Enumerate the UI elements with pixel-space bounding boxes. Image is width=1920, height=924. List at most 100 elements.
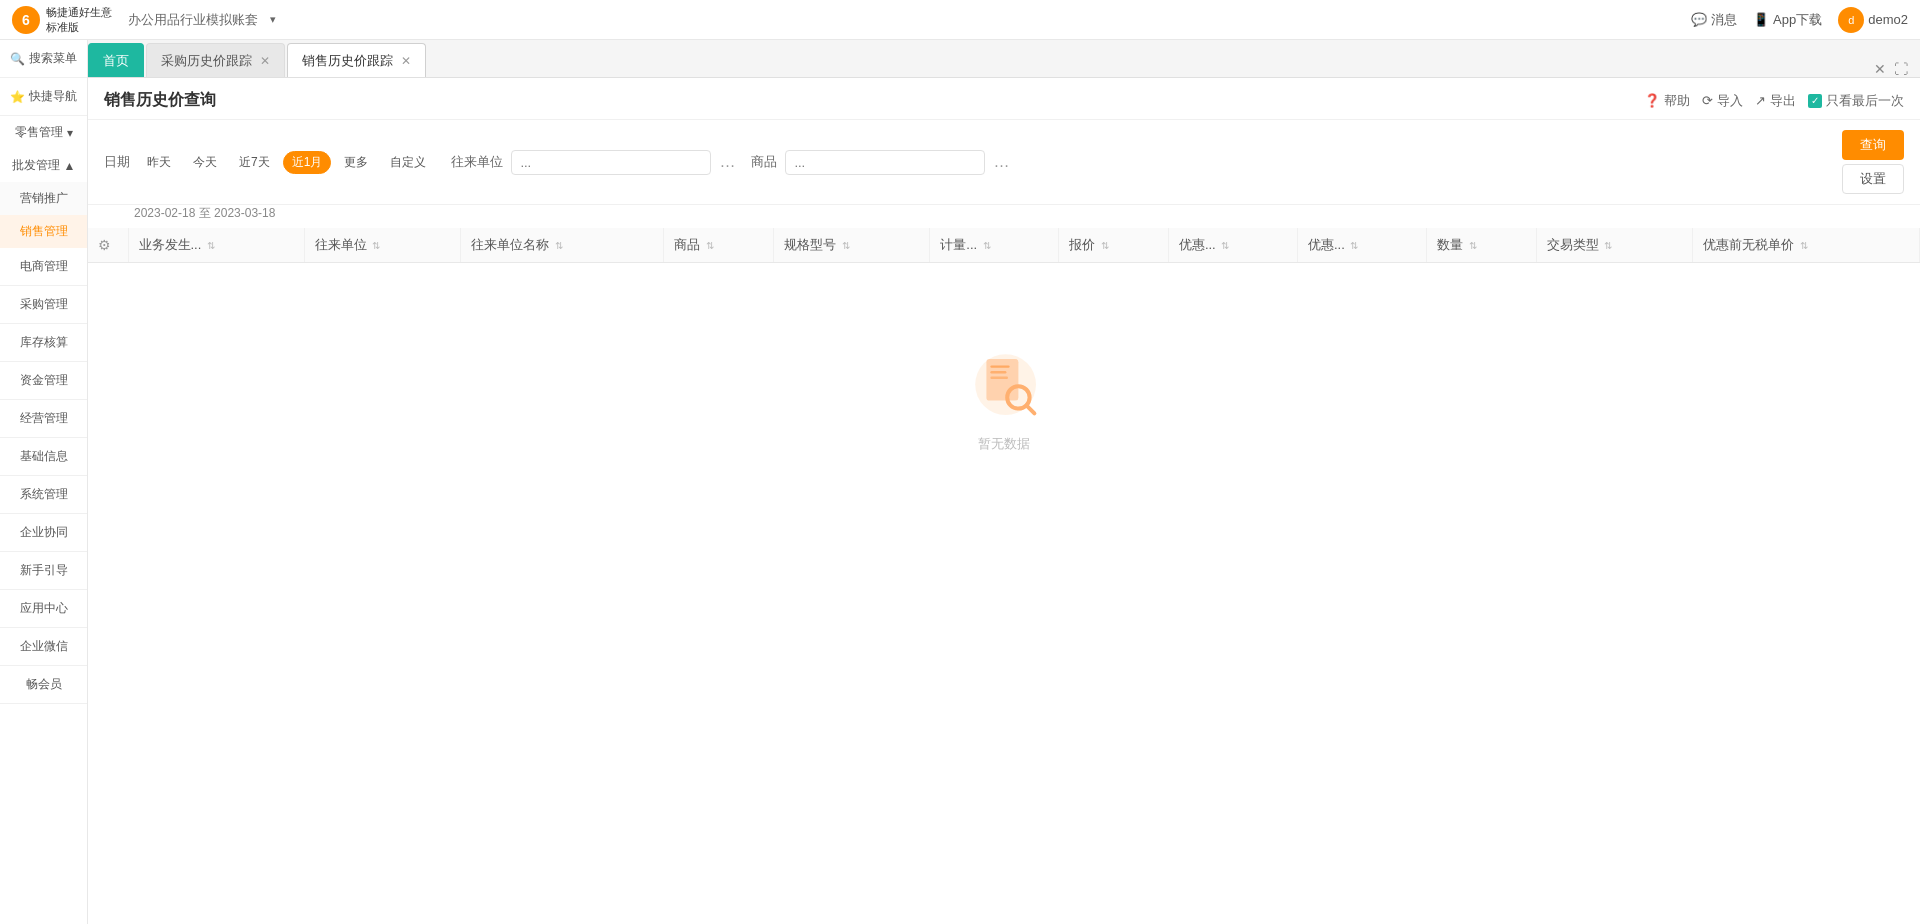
sidebar-item-sales[interactable]: 销售管理	[0, 215, 87, 248]
sidebar-item-purchase[interactable]: 采购管理	[0, 286, 87, 324]
th-business-date[interactable]: 业务发生... ⇅	[128, 228, 304, 263]
th-discount2[interactable]: 优惠... ⇅	[1297, 228, 1426, 263]
th-quote[interactable]: 报价 ⇅	[1059, 228, 1168, 263]
sort-quote: ⇅	[1101, 240, 1109, 251]
content-area: 首页 采购历史价跟踪 ✕ 销售历史价跟踪 ✕ ✕ ⛶ 销售历史价查询	[88, 40, 1920, 924]
date-btn-last1month[interactable]: 近1月	[283, 151, 332, 174]
page-header-actions: ❓ 帮助 ⟳ 导入 ↗ 导出 ✓ 只看最后一次	[1644, 92, 1904, 110]
partner-more-dots[interactable]: …	[719, 153, 735, 171]
product-filter-group: 商品 …	[751, 150, 1009, 175]
filter-bar: 日期 昨天 今天 近7天 近1月 更多 自定义 往来单位 …	[88, 120, 1920, 205]
tab-home-label: 首页	[103, 52, 129, 70]
th-transaction-type-label: 交易类型	[1547, 237, 1599, 252]
help-button[interactable]: ❓ 帮助	[1644, 92, 1690, 110]
sidebar-item-search[interactable]: 🔍 搜索菜单	[0, 40, 87, 78]
only-last-checkbox[interactable]: ✓ 只看最后一次	[1808, 92, 1904, 110]
sort-pre-tax-price: ⇅	[1800, 240, 1808, 251]
th-partner-code-label: 往来单位	[315, 237, 367, 252]
app-download-button[interactable]: 📱 App下载	[1753, 11, 1822, 29]
sidebar-label-shortcut: 快捷导航	[29, 88, 77, 105]
sidebar-item-basic[interactable]: 基础信息	[0, 438, 87, 476]
sidebar-label-enterprise: 企业协同	[20, 524, 68, 541]
tab-sales-history[interactable]: 销售历史价跟踪 ✕	[287, 43, 426, 77]
th-pre-tax-price[interactable]: 优惠前无税单价 ⇅	[1692, 228, 1919, 263]
logo-area: 6 畅捷通好生意 标准版	[12, 5, 112, 34]
tab-purchase-history-close[interactable]: ✕	[260, 54, 270, 68]
sidebar-item-retail[interactable]: 零售管理 ▾	[0, 116, 87, 149]
th-discount1[interactable]: 优惠... ⇅	[1168, 228, 1297, 263]
sort-product: ⇅	[706, 240, 714, 251]
sidebar-item-guide[interactable]: 新手引导	[0, 552, 87, 590]
sidebar-item-wholesale[interactable]: 批发管理 ▲	[0, 149, 87, 182]
user-avatar-area[interactable]: d demo2	[1838, 7, 1908, 33]
th-product[interactable]: 商品 ⇅	[664, 228, 773, 263]
svg-line-6	[1026, 405, 1034, 413]
message-button[interactable]: 💬 消息	[1691, 11, 1737, 29]
sidebar-item-app-center[interactable]: 应用中心	[0, 590, 87, 628]
table-settings-icon[interactable]: ⚙	[98, 237, 111, 253]
data-table: ⚙ 业务发生... ⇅ 往来单位 ⇅ 往来单位名称	[88, 228, 1920, 263]
sort-discount2: ⇅	[1350, 240, 1358, 251]
date-btn-more[interactable]: 更多	[335, 151, 377, 174]
wholesale-arrow: ▲	[64, 159, 76, 173]
date-btn-last7days[interactable]: 近7天	[230, 151, 279, 174]
sidebar-item-marketing[interactable]: 营销推广	[0, 182, 87, 215]
th-transaction-type[interactable]: 交易类型 ⇅	[1536, 228, 1692, 263]
th-settings: ⚙	[88, 228, 128, 263]
date-range-display: 2023-02-18 至 2023-03-18	[88, 205, 1920, 228]
th-quantity[interactable]: 数量 ⇅	[1427, 228, 1536, 263]
sidebar-label-wechat: 企业微信	[20, 638, 68, 655]
sidebar-item-inventory[interactable]: 库存核算	[0, 324, 87, 362]
svg-rect-4	[990, 377, 1008, 379]
tab-purchase-history[interactable]: 采购历史价跟踪 ✕	[146, 43, 285, 77]
shortcut-icon: ⭐	[10, 90, 25, 104]
product-input[interactable]	[785, 150, 985, 175]
sidebar-label-system: 系统管理	[20, 486, 68, 503]
import-button[interactable]: ⟳ 导入	[1702, 92, 1743, 110]
sort-unit: ⇅	[983, 240, 991, 251]
tab-bar: 首页 采购历史价跟踪 ✕ 销售历史价跟踪 ✕ ✕ ⛶	[88, 40, 1920, 78]
partner-input[interactable]	[511, 150, 711, 175]
date-btn-today[interactable]: 今天	[184, 151, 226, 174]
tab-home[interactable]: 首页	[88, 43, 144, 77]
tab-close-all-button[interactable]: ✕	[1874, 61, 1886, 77]
th-partner-code[interactable]: 往来单位 ⇅	[304, 228, 460, 263]
sidebar-item-enterprise[interactable]: 企业协同	[0, 514, 87, 552]
th-quantity-label: 数量	[1437, 237, 1463, 252]
tab-actions: ✕ ⛶	[1862, 61, 1920, 77]
date-buttons: 昨天 今天 近7天 近1月 更多 自定义	[138, 151, 435, 174]
settings-button[interactable]: 设置	[1842, 164, 1904, 194]
sidebar-item-operation[interactable]: 经营管理	[0, 400, 87, 438]
sidebar-item-member[interactable]: 畅会员	[0, 666, 87, 704]
username: demo2	[1868, 12, 1908, 27]
tab-fullscreen-button[interactable]: ⛶	[1894, 61, 1908, 77]
th-pre-tax-price-label: 优惠前无税单价	[1703, 237, 1794, 252]
tab-sales-history-close[interactable]: ✕	[401, 54, 411, 68]
sidebar: 🔍 搜索菜单 ⭐ 快捷导航 零售管理 ▾ 批发管理 ▲ 营销推广 销售管理 电商…	[0, 40, 88, 924]
table-area: ⚙ 业务发生... ⇅ 往来单位 ⇅ 往来单位名称	[88, 228, 1920, 924]
search-icon: 🔍	[10, 52, 25, 66]
sidebar-item-wechat[interactable]: 企业微信	[0, 628, 87, 666]
avatar: d	[1838, 7, 1864, 33]
logo-icon: 6	[12, 6, 40, 34]
date-btn-yesterday[interactable]: 昨天	[138, 151, 180, 174]
export-button[interactable]: ↗ 导出	[1755, 92, 1796, 110]
th-spec[interactable]: 规格型号 ⇅	[773, 228, 929, 263]
date-label: 日期	[104, 153, 130, 171]
app-title-dropdown[interactable]: ▾	[270, 13, 276, 26]
th-partner-name[interactable]: 往来单位名称 ⇅	[460, 228, 663, 263]
svg-rect-3	[990, 371, 1006, 373]
partner-label: 往来单位	[451, 153, 503, 171]
app-title: 办公用品行业模拟账套	[128, 11, 258, 29]
product-more-dots[interactable]: …	[993, 153, 1009, 171]
th-unit[interactable]: 计量... ⇅	[930, 228, 1059, 263]
sidebar-label-app-center: 应用中心	[20, 600, 68, 617]
query-button[interactable]: 查询	[1842, 130, 1904, 160]
sidebar-item-shortcut[interactable]: ⭐ 快捷导航	[0, 78, 87, 116]
svg-rect-2	[990, 365, 1009, 367]
th-partner-name-label: 往来单位名称	[471, 237, 549, 252]
sidebar-item-finance[interactable]: 资金管理	[0, 362, 87, 400]
sidebar-item-system[interactable]: 系统管理	[0, 476, 87, 514]
date-btn-custom[interactable]: 自定义	[381, 151, 435, 174]
sidebar-item-ecommerce[interactable]: 电商管理	[0, 248, 87, 286]
